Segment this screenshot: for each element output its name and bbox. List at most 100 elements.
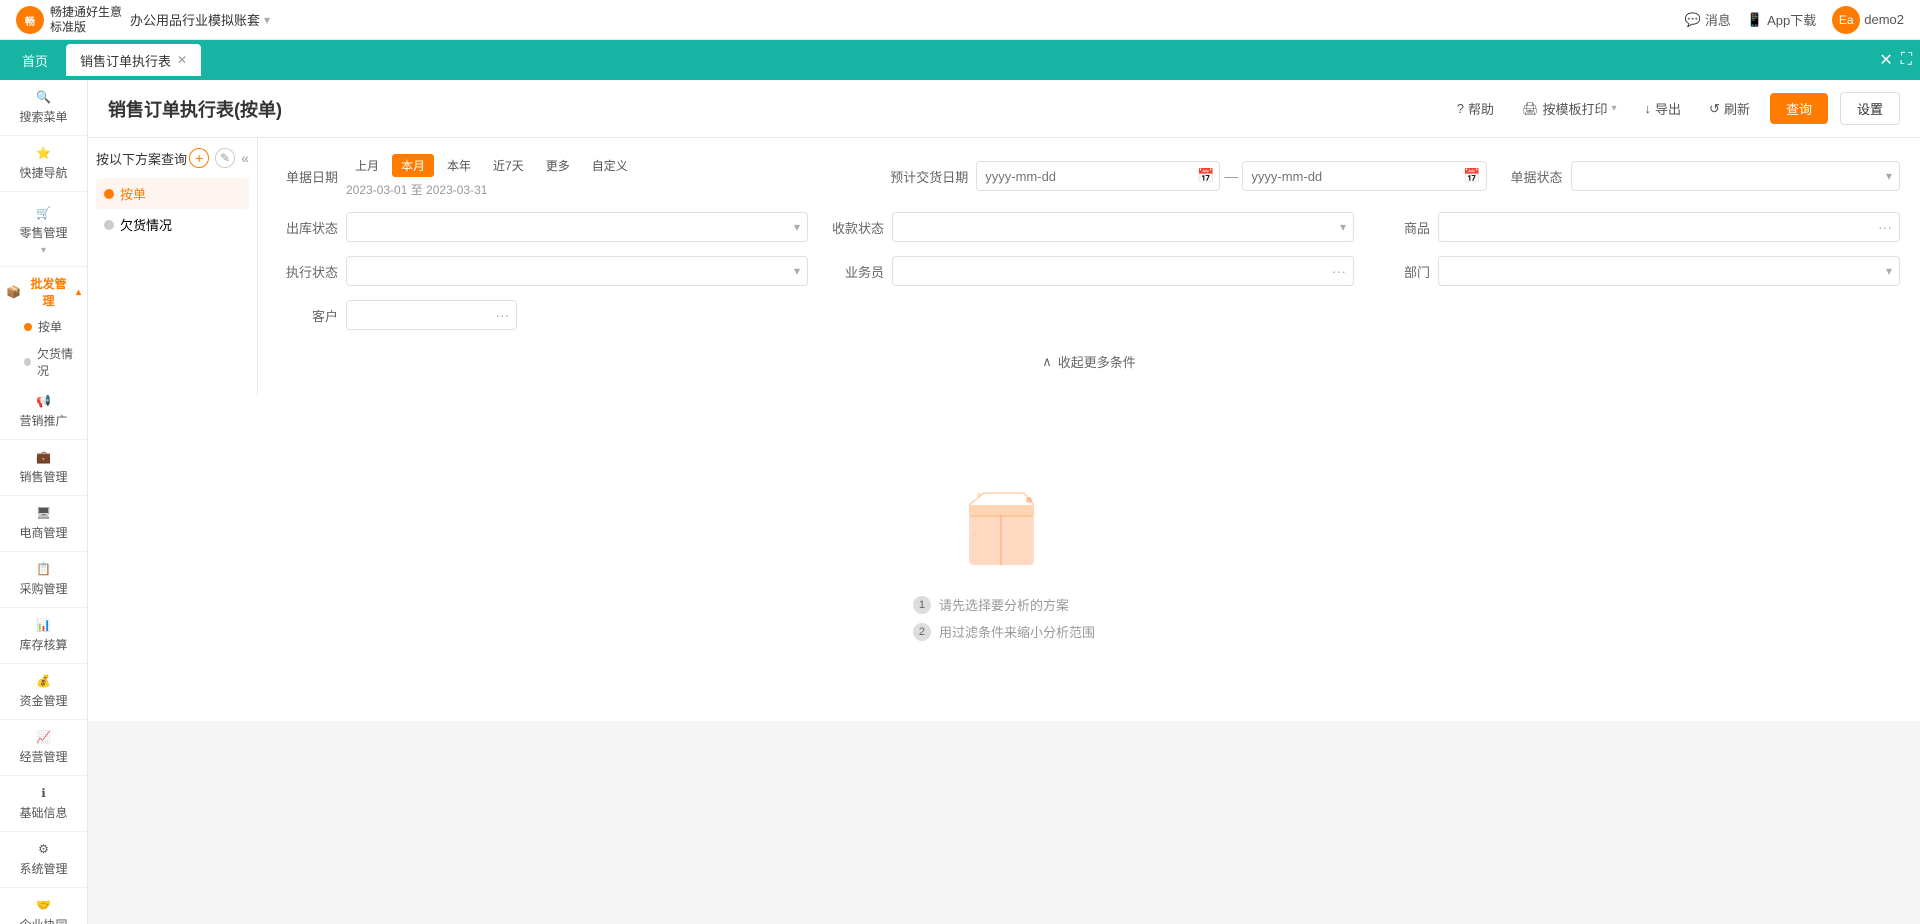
- template-print-button[interactable]: 🖨 按模板打印 ▾: [1514, 95, 1625, 122]
- customer-control: ···: [346, 300, 517, 330]
- tip-1-number: 1: [913, 596, 931, 614]
- delivery-status-control: ▾: [346, 212, 808, 242]
- department-input[interactable]: [1438, 256, 1900, 286]
- sidebar-item-system[interactable]: ⚙ 系统管理: [0, 832, 87, 888]
- inventory-icon: 📊: [36, 618, 51, 632]
- tab-expand-icon[interactable]: ⛶: [1901, 51, 1912, 69]
- sidebar-item-operation[interactable]: 📈 经营管理: [0, 720, 87, 776]
- sidebar-item-retail[interactable]: 🛒 零售管理 ▾: [0, 196, 87, 267]
- help-button[interactable]: ? 帮助: [1449, 95, 1502, 122]
- template-print-label: 按模板打印: [1542, 99, 1607, 118]
- collection-status-label: 收款状态: [824, 218, 884, 237]
- sidebar-item-purchase[interactable]: 📋 采购管理: [0, 552, 87, 608]
- tip-2-number: 2: [913, 623, 931, 641]
- export-button[interactable]: ↓ 导出: [1637, 95, 1690, 122]
- sidebar-item-wholesale[interactable]: 📦 批发管理 ▴: [0, 267, 87, 313]
- sales-exec-tab-label: 销售订单执行表: [80, 51, 171, 70]
- export-icon: ↓: [1645, 101, 1652, 116]
- query-button[interactable]: 查询: [1770, 93, 1828, 124]
- doc-date-control: 上月 本月 本年 近7天 更多 自定义 2023-03-01 至 2023-03…: [346, 154, 874, 198]
- fold-icon[interactable]: «: [241, 150, 249, 166]
- collapse-btn[interactable]: ∧ 收起更多条件: [278, 344, 1900, 379]
- expected-date-end-input[interactable]: [1242, 161, 1486, 191]
- tab-close-window-icon[interactable]: ✕: [1879, 50, 1892, 70]
- customer-label: 客户: [278, 306, 338, 325]
- company-name: 办公用品行业模拟账套: [130, 10, 260, 29]
- username-label: demo2: [1864, 12, 1904, 27]
- collection-status-input[interactable]: [892, 212, 1354, 242]
- sidebar-item-enterprise[interactable]: 🤝 企业协同: [0, 888, 87, 924]
- sidebar-search[interactable]: 🔍 搜索菜单: [0, 80, 87, 136]
- filter-layout: 按以下方案查询 + ✎ « 按单 欠货情况: [88, 138, 1920, 395]
- tab-bar-right: ✕ ⛶: [1879, 50, 1912, 70]
- doc-status-label: 单据状态: [1503, 167, 1563, 186]
- goods-input[interactable]: [1438, 212, 1900, 242]
- scheme-active-dot: [104, 189, 114, 199]
- search-label: 搜索菜单: [19, 108, 67, 125]
- sidebar-item-finance[interactable]: 💰 资金管理: [0, 664, 87, 720]
- exec-status-control: ▾: [346, 256, 808, 286]
- sidebar-item-ecommerce[interactable]: 🖥 电商管理: [0, 496, 87, 552]
- date-btn-more[interactable]: 更多: [537, 154, 579, 177]
- date-btn-7days[interactable]: 近7天: [484, 154, 533, 177]
- message-button[interactable]: 💬 消息: [1685, 10, 1731, 29]
- tip-1-text: 请先选择要分析的方案: [939, 595, 1069, 614]
- empty-box-svg: [954, 475, 1054, 575]
- help-icon: ?: [1457, 101, 1464, 116]
- date-btn-this-year[interactable]: 本年: [438, 154, 480, 177]
- chevron-down-icon: ▾: [264, 13, 270, 27]
- date-separator: —: [1224, 168, 1238, 184]
- sidebar-quick-nav[interactable]: ⭐ 快捷导航: [0, 136, 87, 192]
- logo-text: 畅捷通好生意 标准版: [50, 5, 122, 34]
- add-scheme-button[interactable]: +: [189, 148, 209, 168]
- filter-panel: 按以下方案查询 + ✎ « 按单 欠货情况: [88, 138, 1920, 395]
- wholesale-icon: 📦: [6, 285, 21, 299]
- grey-dot-icon: [24, 358, 31, 366]
- expected-date-start-input[interactable]: [976, 161, 1220, 191]
- customer-input[interactable]: [346, 300, 517, 330]
- exec-status-input[interactable]: [346, 256, 808, 286]
- sidebar-item-inventory[interactable]: 📊 库存核算: [0, 608, 87, 664]
- exec-status-field: 执行状态 ▾: [278, 256, 808, 286]
- collection-status-control: ▾: [892, 212, 1354, 242]
- company-selector[interactable]: 办公用品行业模拟账套 ▾: [130, 10, 270, 29]
- scheme-item-by-order[interactable]: 按单: [96, 178, 249, 209]
- scheme-grey-dot: [104, 220, 114, 230]
- doc-status-input[interactable]: [1571, 161, 1901, 191]
- sidebar-item-basic-info[interactable]: ℹ 基础信息: [0, 776, 87, 832]
- sidebar-item-marketing[interactable]: 📢 营销推广: [0, 384, 87, 440]
- date-filter-bar: 上月 本月 本年 近7天 更多 自定义: [346, 154, 874, 177]
- empty-state: 1 请先选择要分析的方案 2 用过滤条件来缩小分析范围: [88, 395, 1920, 721]
- main-layout: 🔍 搜索菜单 ⭐ 快捷导航 🛒 零售管理 ▾ 📦 批发管理 ▴ 按单 欠货情况 …: [0, 80, 1920, 924]
- tab-sales-exec[interactable]: 销售订单执行表 ✕: [66, 44, 201, 76]
- date-btn-this-month[interactable]: 本月: [392, 154, 434, 177]
- app-download-button[interactable]: 📱 App下载: [1747, 10, 1816, 29]
- chevron-icon: ▾: [41, 245, 46, 256]
- salesperson-input[interactable]: [892, 256, 1354, 286]
- expected-delivery-control: 📅 — 📅: [976, 161, 1486, 191]
- date-btn-custom[interactable]: 自定义: [583, 154, 637, 177]
- sidebar-item-sales-mgmt[interactable]: 💼 销售管理: [0, 440, 87, 496]
- inventory-label: 库存核算: [19, 636, 67, 653]
- sidebar-sub-debt[interactable]: 欠货情况: [0, 340, 87, 384]
- user-profile[interactable]: Ea demo2: [1832, 6, 1904, 34]
- expected-date-range: 📅 — 📅: [976, 161, 1486, 191]
- doc-date-field: 单据日期 上月 本月 本年 近7天 更多 自定义 20: [278, 154, 874, 198]
- print-icon: 🖨: [1522, 101, 1539, 117]
- collapse-arrow-icon: ∧: [1042, 354, 1052, 370]
- expected-date-end-wrap: 📅: [1242, 161, 1486, 191]
- tab-home[interactable]: 首页: [8, 44, 62, 76]
- edit-scheme-button[interactable]: ✎: [215, 148, 235, 168]
- delivery-status-input[interactable]: [346, 212, 808, 242]
- purchase-label: 采购管理: [19, 580, 67, 597]
- tab-close-icon[interactable]: ✕: [177, 53, 187, 67]
- settings-button[interactable]: 设置: [1840, 92, 1900, 125]
- delivery-status-label: 出库状态: [278, 218, 338, 237]
- scheme-item-debt[interactable]: 欠货情况: [96, 209, 249, 240]
- refresh-button[interactable]: ↺ 刷新: [1701, 95, 1758, 122]
- date-btn-last-month[interactable]: 上月: [346, 154, 388, 177]
- sidebar-sub-by-order[interactable]: 按单: [0, 313, 87, 340]
- scheme-panel-header: 按以下方案查询 + ✎ «: [96, 148, 249, 168]
- app-icon: 📱: [1747, 12, 1763, 28]
- avatar: Ea: [1832, 6, 1860, 34]
